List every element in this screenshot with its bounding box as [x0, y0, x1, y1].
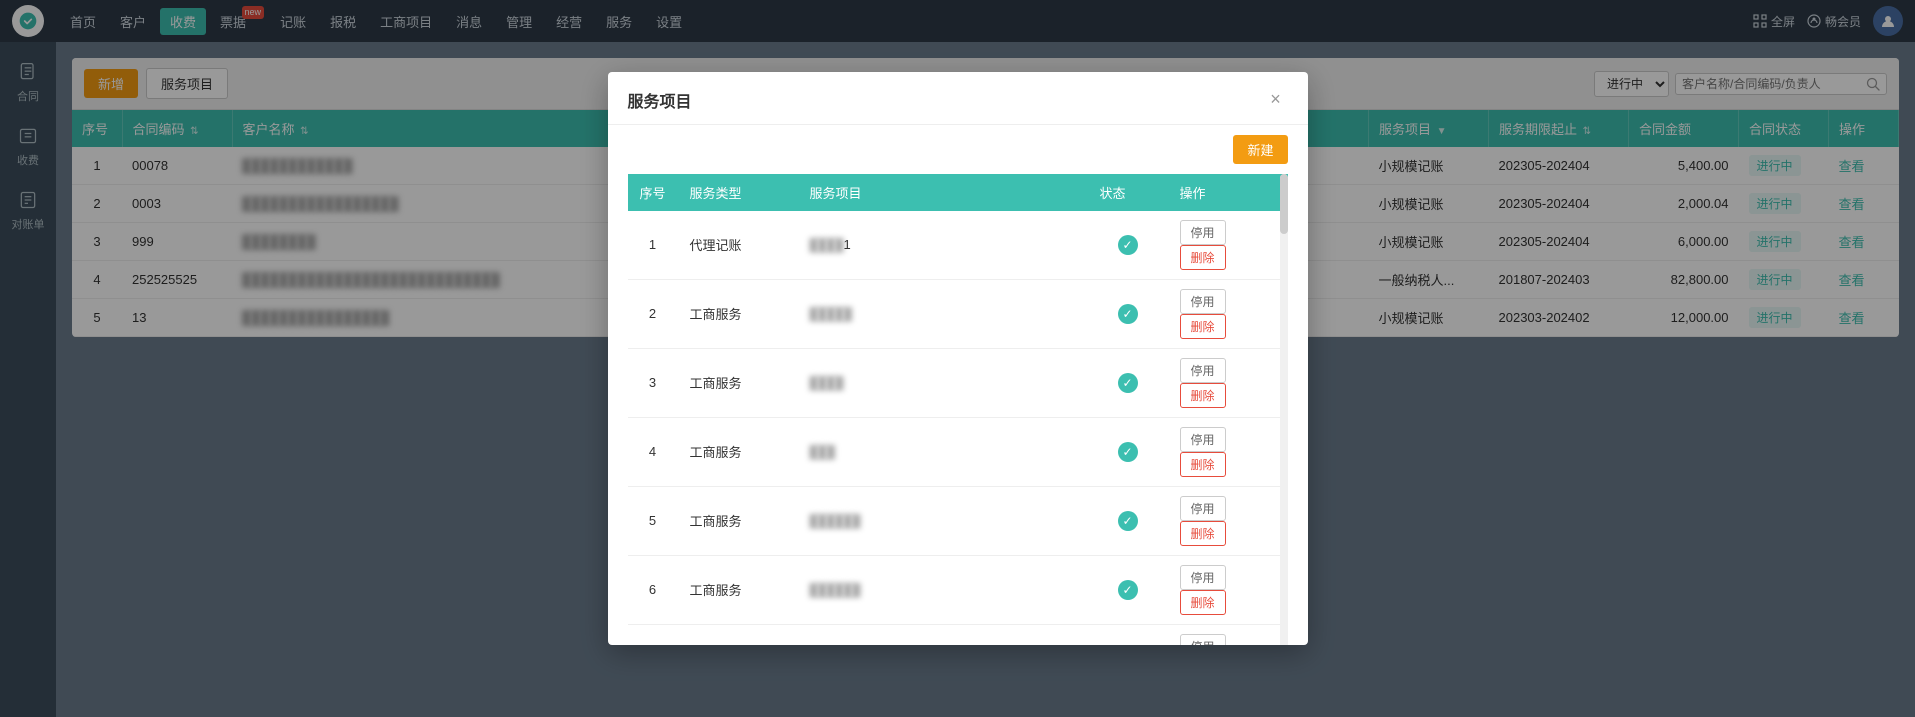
item-actions: 停用 删除: [1168, 211, 1288, 280]
item-status: ✓: [1088, 486, 1168, 555]
item-index: 6: [628, 555, 678, 624]
item-index: 5: [628, 486, 678, 555]
item-status: ✓: [1088, 417, 1168, 486]
item-index: 7: [628, 624, 678, 645]
item-service-type: 代理记账: [678, 211, 798, 280]
service-items-modal: 服务项目 × 新建 序号 服务类型 服务项目: [608, 72, 1308, 646]
modal-toolbar: 新建: [608, 125, 1308, 174]
stop-button[interactable]: 停用: [1180, 289, 1226, 314]
list-item: 6 工商服务 ██████ ✓ 停用 删除: [628, 555, 1288, 624]
modal-col-action: 操作: [1168, 174, 1288, 211]
modal-table-body: 1 代理记账 ████1 ✓ 停用 删除: [628, 211, 1288, 646]
scrollbar-thumb[interactable]: [1280, 174, 1288, 234]
item-service-item: ██████: [798, 486, 1088, 555]
list-item: 7 工商服务 ███ ✓ 停用 删除: [628, 624, 1288, 645]
item-service-type: 工商服务: [678, 624, 798, 645]
list-item: 2 工商服务 █████ ✓ 停用 删除: [628, 279, 1288, 348]
item-service-type: 工商服务: [678, 348, 798, 417]
item-service-item: ███: [798, 624, 1088, 645]
delete-button[interactable]: 删除: [1180, 314, 1226, 339]
list-item: 3 工商服务 ████ ✓ 停用 删除: [628, 348, 1288, 417]
item-actions: 停用 删除: [1168, 486, 1288, 555]
modal-new-button[interactable]: 新建: [1233, 135, 1287, 164]
item-service-type: 工商服务: [678, 417, 798, 486]
item-status: ✓: [1088, 555, 1168, 624]
item-actions: 停用 删除: [1168, 624, 1288, 645]
item-actions: 停用 删除: [1168, 279, 1288, 348]
item-actions: 停用 删除: [1168, 417, 1288, 486]
service-items-table: 序号 服务类型 服务项目 状态 操作 1 代理记账: [628, 174, 1288, 646]
item-status: ✓: [1088, 624, 1168, 645]
main-layout: 合同 收费 对账单 新增 服务项目 进行中: [0, 42, 1915, 717]
item-service-item: █████: [798, 279, 1088, 348]
modal-col-item: 服务项目: [798, 174, 1088, 211]
delete-button[interactable]: 删除: [1180, 245, 1226, 270]
item-index: 3: [628, 348, 678, 417]
list-item: 4 工商服务 ███ ✓ 停用 删除: [628, 417, 1288, 486]
modal-overlay[interactable]: 服务项目 × 新建 序号 服务类型 服务项目: [56, 42, 1915, 717]
stop-button[interactable]: 停用: [1180, 565, 1226, 590]
stop-button[interactable]: 停用: [1180, 634, 1226, 646]
item-service-item: ███: [798, 417, 1088, 486]
item-service-type: 工商服务: [678, 486, 798, 555]
item-service-item: ██████: [798, 555, 1088, 624]
modal-title: 服务项目: [628, 88, 692, 112]
item-status: ✓: [1088, 279, 1168, 348]
item-service-item: ████: [798, 348, 1088, 417]
delete-button[interactable]: 删除: [1180, 452, 1226, 477]
stop-button[interactable]: 停用: [1180, 496, 1226, 521]
modal-table-header: 序号 服务类型 服务项目 状态 操作: [628, 174, 1288, 211]
modal-col-status: 状态: [1088, 174, 1168, 211]
item-status: ✓: [1088, 211, 1168, 280]
modal-close-button[interactable]: ×: [1264, 88, 1288, 112]
item-status: ✓: [1088, 348, 1168, 417]
stop-button[interactable]: 停用: [1180, 427, 1226, 452]
delete-button[interactable]: 删除: [1180, 521, 1226, 546]
modal-col-index: 序号: [628, 174, 678, 211]
item-index: 1: [628, 211, 678, 280]
modal-col-type: 服务类型: [678, 174, 798, 211]
modal-body: 序号 服务类型 服务项目 状态 操作 1 代理记账: [608, 174, 1308, 646]
item-index: 4: [628, 417, 678, 486]
item-service-item: ████1: [798, 211, 1088, 280]
scrollbar-track: [1280, 174, 1288, 646]
item-actions: 停用 删除: [1168, 348, 1288, 417]
stop-button[interactable]: 停用: [1180, 358, 1226, 383]
delete-button[interactable]: 删除: [1180, 383, 1226, 408]
stop-button[interactable]: 停用: [1180, 220, 1226, 245]
main-content: 新增 服务项目 进行中 序号: [56, 42, 1915, 717]
item-index: 2: [628, 279, 678, 348]
delete-button[interactable]: 删除: [1180, 590, 1226, 615]
item-service-type: 工商服务: [678, 279, 798, 348]
item-actions: 停用 删除: [1168, 555, 1288, 624]
item-service-type: 工商服务: [678, 555, 798, 624]
list-item: 1 代理记账 ████1 ✓ 停用 删除: [628, 211, 1288, 280]
list-item: 5 工商服务 ██████ ✓ 停用 删除: [628, 486, 1288, 555]
modal-header: 服务项目 ×: [608, 72, 1308, 125]
